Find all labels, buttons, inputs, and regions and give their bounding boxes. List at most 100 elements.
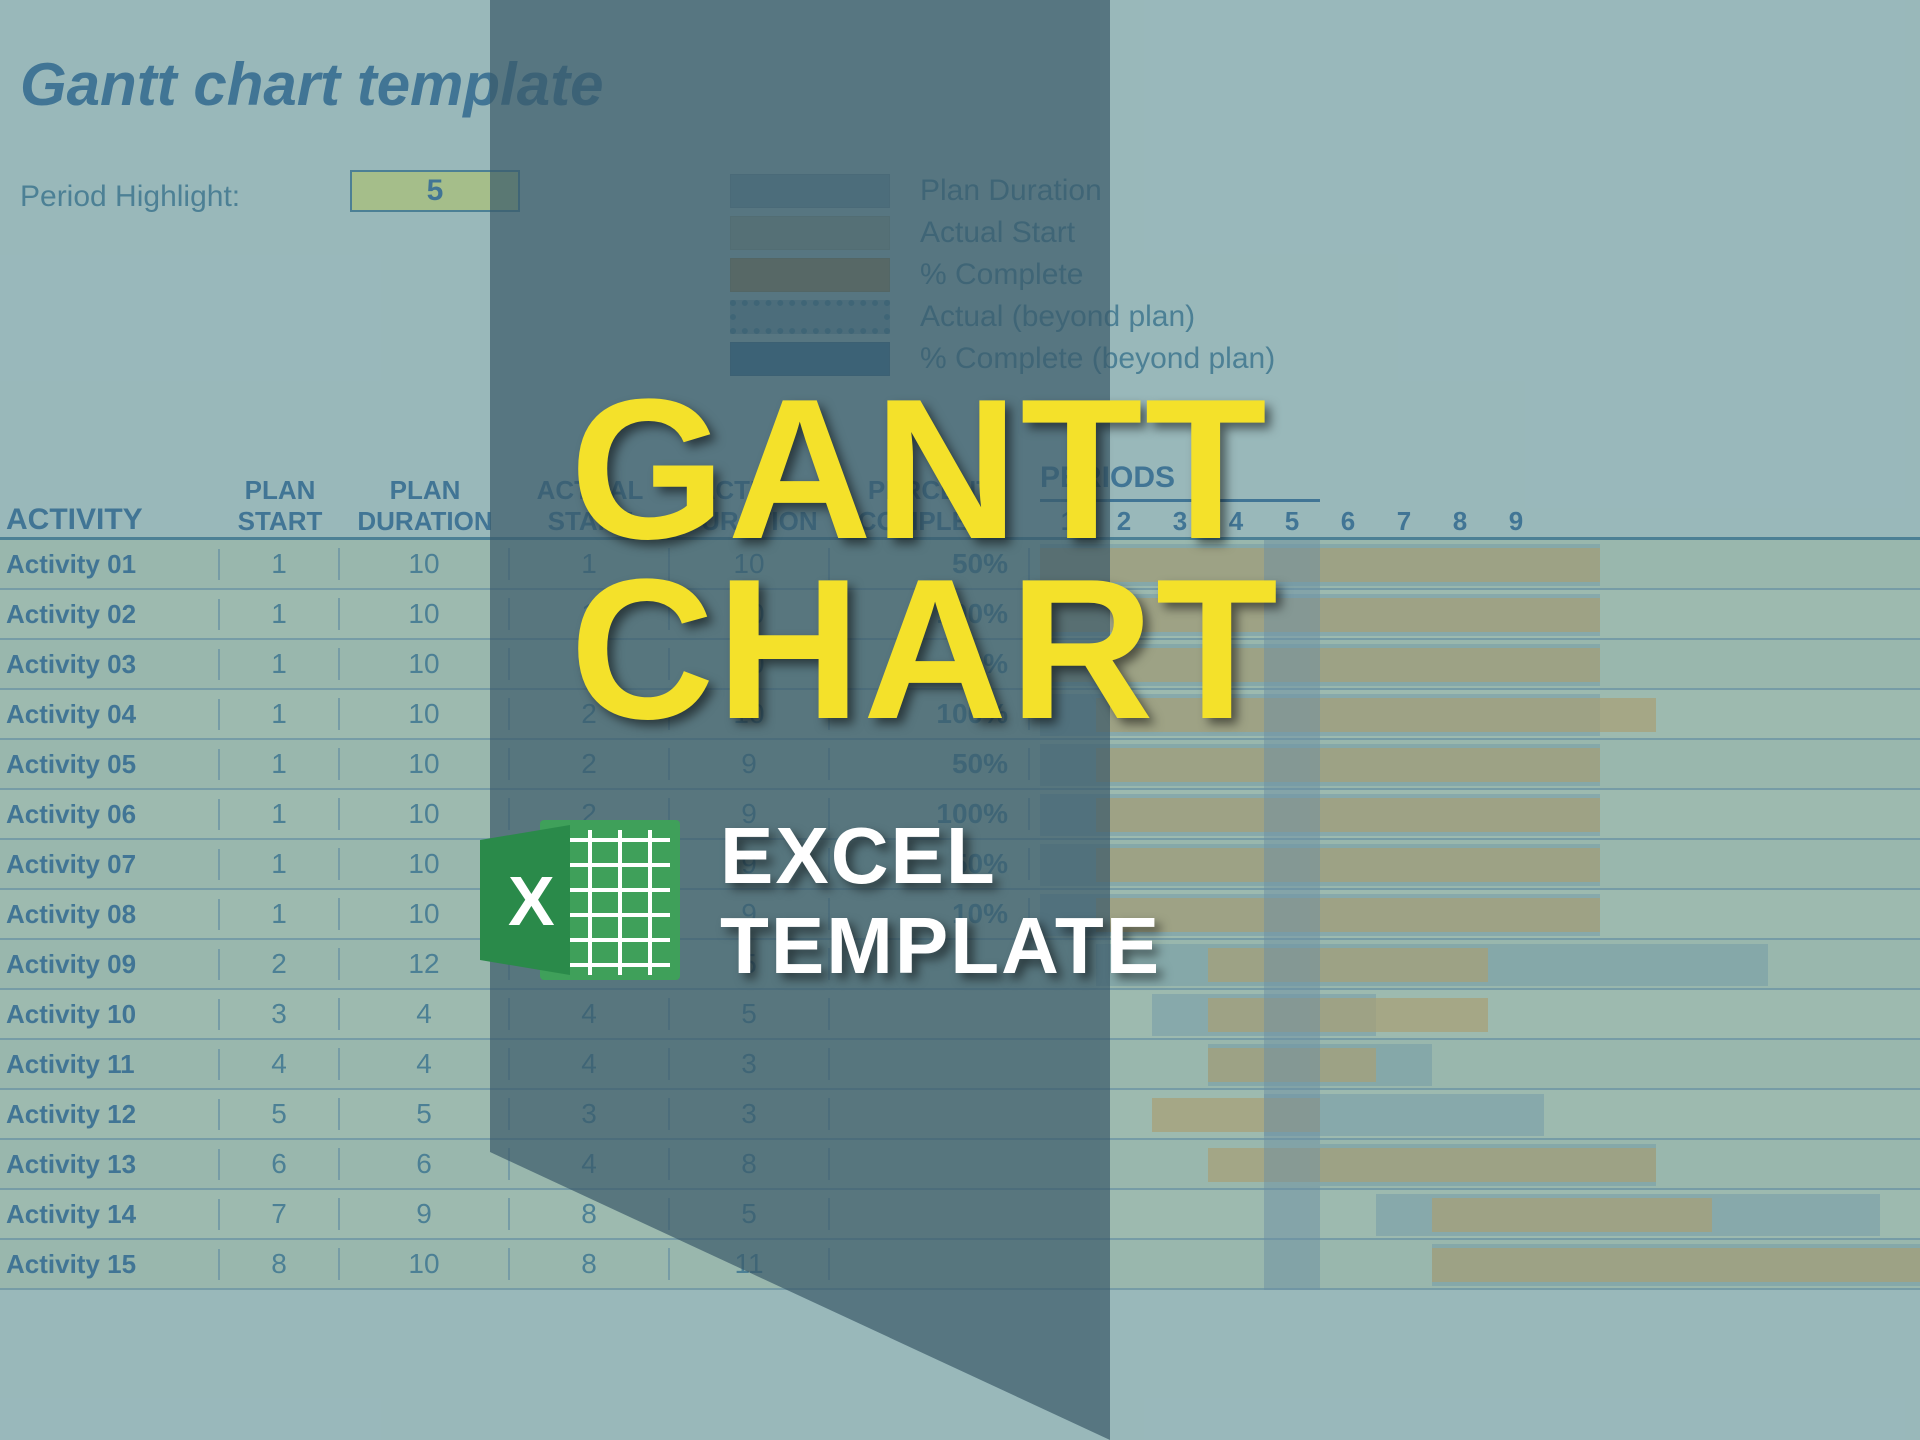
cell-activity[interactable]: Activity 14 [0, 1199, 220, 1230]
cell-actual-duration[interactable]: 10 [670, 648, 830, 680]
cell-plan-start[interactable]: 1 [220, 748, 340, 780]
cell-actual-duration[interactable]: 11 [670, 1248, 830, 1280]
cell-plan-start[interactable]: 1 [220, 848, 340, 880]
cell-percent-complete[interactable]: 100% [830, 798, 1030, 830]
cell-plan-duration[interactable]: 10 [340, 648, 510, 680]
cell-plan-start[interactable]: 7 [220, 1198, 340, 1230]
cell-actual-start[interactable]: 8 [510, 1198, 670, 1230]
cell-plan-duration[interactable]: 6 [340, 1148, 510, 1180]
cell-plan-start[interactable]: 1 [220, 898, 340, 930]
cell-percent-complete[interactable]: 50% [830, 548, 1030, 580]
cell-plan-duration[interactable]: 10 [340, 698, 510, 730]
cell-activity[interactable]: Activity 05 [0, 749, 220, 780]
cell-percent-complete[interactable]: 100% [830, 698, 1030, 730]
table-row[interactable]: Activity 071102950% [0, 840, 1920, 890]
cell-plan-duration[interactable]: 10 [340, 1248, 510, 1280]
table-row[interactable]: Activity 0311011050% [0, 640, 1920, 690]
cell-plan-duration[interactable]: 5 [340, 1098, 510, 1130]
cell-plan-duration[interactable]: 4 [340, 998, 510, 1030]
cell-plan-duration[interactable]: 10 [340, 598, 510, 630]
cell-percent-complete[interactable]: 50% [830, 848, 1030, 880]
table-row[interactable]: Activity 103445 [0, 990, 1920, 1040]
cell-percent-complete[interactable]: 50% [830, 648, 1030, 680]
cell-activity[interactable]: Activity 07 [0, 849, 220, 880]
cell-actual-duration[interactable]: 10 [670, 698, 830, 730]
cell-activity[interactable]: Activity 09 [0, 949, 220, 980]
cell-plan-start[interactable]: 8 [220, 1248, 340, 1280]
cell-plan-start[interactable]: 1 [220, 798, 340, 830]
cell-actual-start[interactable]: 4 [510, 1148, 670, 1180]
table-row[interactable]: Activity 081102910% [0, 890, 1920, 940]
table-row[interactable]: Activity 04110210100% [0, 690, 1920, 740]
table-row[interactable]: Activity 125533 [0, 1090, 1920, 1140]
table-row[interactable]: Activity 0921245 [0, 940, 1920, 990]
cell-activity[interactable]: Activity 03 [0, 649, 220, 680]
cell-actual-duration[interactable]: 9 [670, 898, 830, 930]
cell-plan-start[interactable]: 1 [220, 648, 340, 680]
cell-actual-start[interactable]: 4 [510, 948, 670, 980]
cell-actual-duration[interactable]: 9 [670, 748, 830, 780]
cell-plan-duration[interactable]: 10 [340, 848, 510, 880]
cell-activity[interactable]: Activity 11 [0, 1049, 220, 1080]
cell-actual-duration[interactable]: 10 [670, 598, 830, 630]
cell-actual-start[interactable]: 2 [510, 898, 670, 930]
period-number: 4 [1208, 506, 1264, 537]
cell-plan-duration[interactable]: 10 [340, 548, 510, 580]
cell-plan-duration[interactable]: 12 [340, 948, 510, 980]
cell-plan-start[interactable]: 6 [220, 1148, 340, 1180]
cell-activity[interactable]: Activity 12 [0, 1099, 220, 1130]
cell-percent-complete[interactable]: 10% [830, 898, 1030, 930]
cell-actual-start[interactable]: 3 [510, 1098, 670, 1130]
cell-activity[interactable]: Activity 15 [0, 1249, 220, 1280]
cell-actual-start[interactable]: 2 [510, 698, 670, 730]
cell-plan-start[interactable]: 1 [220, 598, 340, 630]
cell-activity[interactable]: Activity 08 [0, 899, 220, 930]
cell-actual-start[interactable]: 4 [510, 998, 670, 1030]
cell-plan-start[interactable]: 5 [220, 1098, 340, 1130]
cell-actual-duration[interactable]: 3 [670, 1098, 830, 1130]
table-row[interactable]: Activity 136648 [0, 1140, 1920, 1190]
cell-plan-duration[interactable]: 4 [340, 1048, 510, 1080]
cell-plan-start[interactable]: 3 [220, 998, 340, 1030]
table-row[interactable]: Activity 051102950% [0, 740, 1920, 790]
table-row[interactable]: Activity 0611029100% [0, 790, 1920, 840]
cell-activity[interactable]: Activity 04 [0, 699, 220, 730]
cell-activity[interactable]: Activity 13 [0, 1149, 220, 1180]
cell-actual-start[interactable]: 2 [510, 848, 670, 880]
table-row[interactable]: Activity 02110110100% [0, 590, 1920, 640]
cell-percent-complete[interactable]: 100% [830, 598, 1030, 630]
cell-activity[interactable]: Activity 10 [0, 999, 220, 1030]
cell-activity[interactable]: Activity 02 [0, 599, 220, 630]
cell-actual-duration[interactable]: 8 [670, 1148, 830, 1180]
cell-actual-start[interactable]: 1 [510, 648, 670, 680]
cell-plan-duration[interactable]: 10 [340, 748, 510, 780]
cell-actual-duration[interactable]: 3 [670, 1048, 830, 1080]
cell-actual-start[interactable]: 8 [510, 1248, 670, 1280]
table-row[interactable]: Activity 114443 [0, 1040, 1920, 1090]
cell-actual-start[interactable]: 4 [510, 1048, 670, 1080]
cell-actual-duration[interactable]: 9 [670, 798, 830, 830]
table-row[interactable]: Activity 147985 [0, 1190, 1920, 1240]
cell-percent-complete[interactable]: 50% [830, 748, 1030, 780]
cell-activity[interactable]: Activity 01 [0, 549, 220, 580]
cell-actual-start[interactable]: 2 [510, 798, 670, 830]
table-row[interactable]: Activity 0111011050% [0, 540, 1920, 590]
table-row[interactable]: Activity 15810811 [0, 1240, 1920, 1290]
cell-plan-start[interactable]: 1 [220, 698, 340, 730]
cell-plan-start[interactable]: 4 [220, 1048, 340, 1080]
cell-plan-start[interactable]: 1 [220, 548, 340, 580]
cell-plan-duration[interactable]: 10 [340, 798, 510, 830]
cell-actual-duration[interactable]: 5 [670, 1198, 830, 1230]
cell-actual-duration[interactable]: 9 [670, 848, 830, 880]
cell-actual-start[interactable]: 1 [510, 598, 670, 630]
cell-actual-start[interactable]: 1 [510, 548, 670, 580]
cell-actual-duration[interactable]: 5 [670, 948, 830, 980]
cell-plan-start[interactable]: 2 [220, 948, 340, 980]
cell-plan-duration[interactable]: 10 [340, 898, 510, 930]
period-highlight-input[interactable]: 5 [350, 170, 520, 212]
cell-plan-duration[interactable]: 9 [340, 1198, 510, 1230]
cell-activity[interactable]: Activity 06 [0, 799, 220, 830]
cell-actual-duration[interactable]: 5 [670, 998, 830, 1030]
cell-actual-start[interactable]: 2 [510, 748, 670, 780]
cell-actual-duration[interactable]: 10 [670, 548, 830, 580]
